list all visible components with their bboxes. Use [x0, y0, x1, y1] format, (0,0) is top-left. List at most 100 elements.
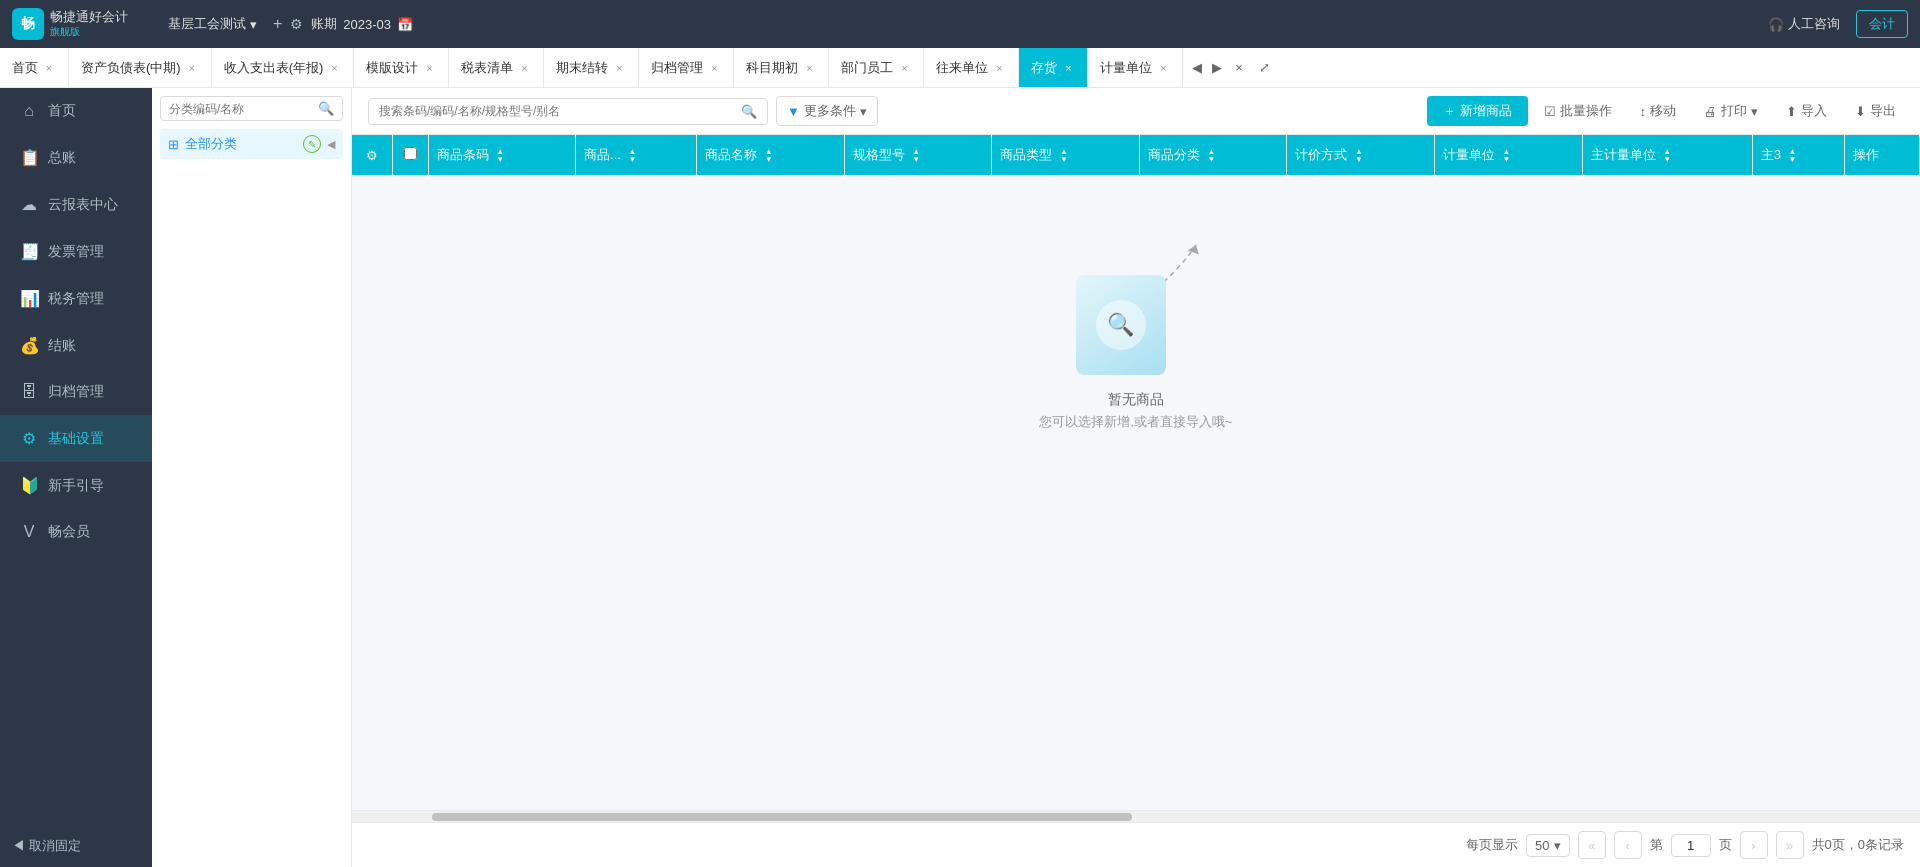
settings-icon[interactable]: ⚙ — [290, 16, 303, 32]
tab-period-transfer[interactable]: 期末结转 × — [544, 48, 639, 87]
page-first-btn[interactable]: « — [1578, 831, 1606, 859]
sidebar-item-reports[interactable]: ☁ 云报表中心 — [0, 181, 152, 228]
tab-dept-staff-close[interactable]: × — [897, 61, 911, 75]
export-button[interactable]: ⬇ 导出 — [1847, 97, 1904, 125]
tab-template[interactable]: 模版设计 × — [354, 48, 449, 87]
tab-expand[interactable]: ⤢ — [1251, 60, 1278, 75]
sidebar-item-home[interactable]: ⌂ 首页 — [0, 88, 152, 134]
category-search-box[interactable]: 🔍 — [160, 96, 343, 121]
add-product-button[interactable]: ＋ 新增商品 — [1427, 96, 1528, 126]
sidebar-archive-label: 归档管理 — [48, 383, 104, 401]
tab-tax-list-close[interactable]: × — [517, 61, 531, 75]
consult-button[interactable]: 🎧 人工咨询 — [1760, 11, 1848, 37]
add-icon: ＋ — [1443, 102, 1456, 120]
headset-icon: 🎧 — [1768, 17, 1784, 32]
sort-spec[interactable]: ▲▼ — [912, 148, 920, 164]
cancel-fixed-button[interactable]: ◀ 取消固定 — [0, 825, 152, 867]
tab-template-label: 模版设计 — [366, 59, 418, 77]
tab-counterparty[interactable]: 往来单位 × — [924, 48, 1019, 87]
col-check[interactable] — [392, 135, 428, 175]
tab-home-close[interactable]: × — [42, 61, 56, 75]
category-search-icon[interactable]: 🔍 — [318, 101, 334, 116]
sidebar-item-settings[interactable]: ⚙ 基础设置 — [0, 415, 152, 462]
sort-category[interactable]: ▲▼ — [1207, 148, 1215, 164]
sort-name[interactable]: ▲▼ — [765, 148, 773, 164]
sort-type[interactable]: ▲▼ — [1060, 148, 1068, 164]
tab-period-transfer-close[interactable]: × — [612, 61, 626, 75]
sidebar-item-tax[interactable]: 📊 税务管理 — [0, 275, 152, 322]
tab-balance-sheet[interactable]: 资产负债表(中期) × — [69, 48, 212, 87]
product-search-icon[interactable]: 🔍 — [741, 104, 757, 119]
batch-button[interactable]: ☑ 批量操作 — [1536, 97, 1620, 125]
tab-income[interactable]: 收入支出表(年报) × — [212, 48, 355, 87]
tab-nav-left[interactable]: ◀ — [1187, 58, 1207, 78]
sidebar-item-member[interactable]: V 畅会员 — [0, 509, 152, 555]
page-input[interactable] — [1671, 834, 1711, 857]
page-label: 第 — [1650, 836, 1663, 854]
category-search-input[interactable] — [169, 102, 312, 116]
horizontal-scrollbar[interactable] — [352, 810, 1920, 822]
sort-main-unit[interactable]: ▲▼ — [1663, 148, 1671, 164]
tab-income-close[interactable]: × — [327, 61, 341, 75]
import-icon: ⬆ — [1786, 104, 1797, 119]
per-page-select[interactable]: 50 ▾ — [1526, 834, 1569, 857]
col-gear[interactable]: ⚙ — [352, 135, 392, 175]
tab-balance-sheet-close[interactable]: × — [185, 61, 199, 75]
tab-subject-init-close[interactable]: × — [802, 61, 816, 75]
tab-template-close[interactable]: × — [422, 61, 436, 75]
sidebar-ledger-label: 总账 — [48, 149, 76, 167]
product-search-input[interactable] — [379, 104, 735, 118]
sidebar-tax-label: 税务管理 — [48, 290, 104, 308]
total-records: 共0页，0条记录 — [1812, 836, 1904, 854]
category-all[interactable]: ⊞ 全部分类 ✎ ◀ — [160, 129, 343, 159]
sort-extra[interactable]: ▲▼ — [1789, 148, 1797, 164]
sort-unit[interactable]: ▲▼ — [1503, 148, 1511, 164]
sort-price[interactable]: ▲▼ — [1355, 148, 1363, 164]
tab-unit-close[interactable]: × — [1156, 61, 1170, 75]
company-selector[interactable]: 基层工会测试 ▾ — [160, 11, 265, 37]
reports-icon: ☁ — [20, 195, 38, 214]
product-search-wrap[interactable]: 🔍 — [368, 98, 768, 125]
export-icon: ⬇ — [1855, 104, 1866, 119]
sidebar-item-archive[interactable]: 🗄 归档管理 — [0, 369, 152, 415]
tab-counterparty-close[interactable]: × — [992, 61, 1006, 75]
tab-inventory-close[interactable]: × — [1061, 61, 1075, 75]
product-table-container: ⚙ 商品条码 ▲▼ 商品... — [352, 135, 1920, 810]
move-button[interactable]: ↕ 移动 — [1632, 97, 1685, 125]
tab-subject-init[interactable]: 科目期初 × — [734, 48, 829, 87]
select-all-checkbox[interactable] — [404, 147, 417, 160]
more-conditions-button[interactable]: ▼ 更多条件 ▾ — [776, 96, 878, 126]
sidebar-item-settlement[interactable]: 💰 结账 — [0, 322, 152, 369]
calendar-icon[interactable]: 📅 — [397, 17, 413, 32]
page-prev-btn[interactable]: ‹ — [1614, 831, 1642, 859]
add-label: 新增商品 — [1460, 102, 1512, 120]
col-spec: 规格型号 ▲▼ — [844, 135, 992, 175]
page-last-btn[interactable]: » — [1776, 831, 1804, 859]
page-end-label: 页 — [1719, 836, 1732, 854]
tab-close-all[interactable]: × — [1227, 60, 1251, 75]
tab-inventory[interactable]: 存货 × — [1019, 48, 1088, 87]
print-button[interactable]: 🖨 打印 ▾ — [1696, 97, 1766, 125]
tab-archive[interactable]: 归档管理 × — [639, 48, 734, 87]
sort-code[interactable]: ▲▼ — [629, 148, 637, 164]
tab-home-label: 首页 — [12, 59, 38, 77]
sidebar-item-ledger[interactable]: 📋 总账 — [0, 134, 152, 181]
tab-dept-staff[interactable]: 部门员工 × — [829, 48, 924, 87]
tab-home[interactable]: 首页 × — [0, 48, 69, 87]
tab-nav-right[interactable]: ▶ — [1207, 58, 1227, 78]
scrollbar-thumb[interactable] — [432, 813, 1132, 821]
sort-barcode[interactable]: ▲▼ — [496, 148, 504, 164]
tab-archive-close[interactable]: × — [707, 61, 721, 75]
more-conditions-chevron: ▾ — [860, 104, 867, 119]
tab-unit[interactable]: 计量单位 × — [1088, 48, 1183, 87]
tab-tax-list[interactable]: 税表清单 × — [449, 48, 544, 87]
import-button[interactable]: ⬆ 导入 — [1778, 97, 1835, 125]
sidebar-item-guide[interactable]: 🔰 新手引导 — [0, 462, 152, 509]
home-icon: ⌂ — [20, 102, 38, 120]
sidebar-item-invoice[interactable]: 🧾 发票管理 — [0, 228, 152, 275]
category-collapse-icon[interactable]: ◀ — [327, 138, 335, 151]
page-next-btn[interactable]: › — [1740, 831, 1768, 859]
category-edit-icon[interactable]: ✎ — [303, 135, 321, 153]
add-tab-icon[interactable]: + — [273, 15, 282, 33]
kuaiji-button[interactable]: 会计 — [1856, 10, 1908, 38]
